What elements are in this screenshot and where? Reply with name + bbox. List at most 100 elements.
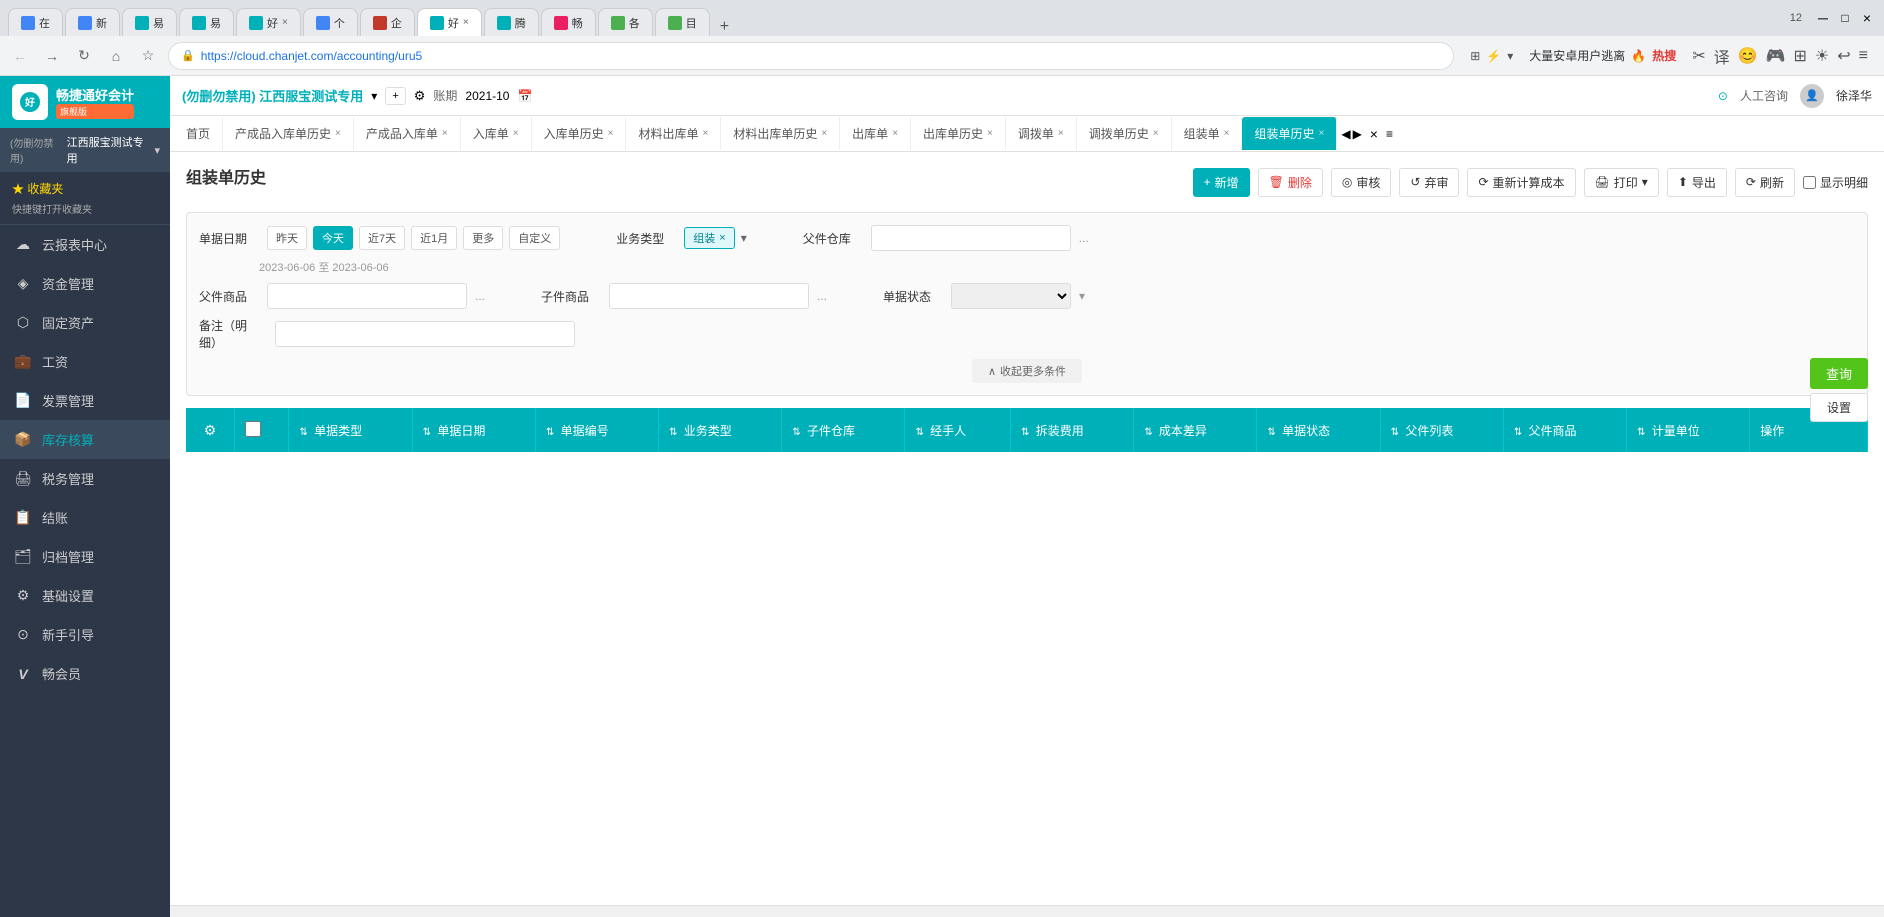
- child-goods-input[interactable]: [609, 283, 809, 309]
- col-order-no[interactable]: 单据编号: [535, 408, 658, 452]
- browser-tab-7[interactable]: 企: [360, 8, 415, 36]
- sidebar-item-invoice-mgmt[interactable]: 📄 发票管理: [0, 381, 170, 420]
- col-cost-diff[interactable]: 成本差异: [1134, 408, 1257, 452]
- menu-icon[interactable]: ≡: [1859, 47, 1868, 65]
- nav-tab-assembly[interactable]: 调拨单 ×: [1006, 117, 1077, 150]
- nav-tab-kit-history[interactable]: 组装单历史 ×: [1242, 117, 1337, 150]
- browser-tab-11[interactable]: 各: [598, 8, 653, 36]
- biz-type-dropdown-icon[interactable]: ▾: [741, 231, 747, 245]
- service-icon[interactable]: ⊙: [1718, 89, 1728, 103]
- horizontal-scrollbar[interactable]: [170, 905, 1884, 917]
- nav-tab-close-produce-in-history[interactable]: ×: [335, 128, 341, 139]
- calendar-icon[interactable]: 📅: [517, 89, 532, 103]
- nav-tab-close-assembly[interactable]: ×: [1058, 128, 1064, 139]
- today-btn[interactable]: 今天: [313, 226, 353, 250]
- nav-tab-material-out[interactable]: 材料出库单 ×: [626, 117, 721, 150]
- remark-input[interactable]: [275, 321, 575, 347]
- last7days-btn[interactable]: 近7天: [359, 226, 405, 250]
- filter-settings-btn[interactable]: 设置: [1810, 393, 1868, 422]
- emoji-icon[interactable]: 😊: [1738, 46, 1758, 66]
- recalculate-btn[interactable]: ⟳ 重新计算成本: [1467, 168, 1575, 197]
- company-selector[interactable]: (勿删勿禁用) 江西服宝测试专用 ▾: [0, 128, 170, 172]
- sidebar-item-tax-mgmt[interactable]: 🖨 税务管理: [0, 459, 170, 498]
- nav-tab-produce-in[interactable]: 产成品入库单 ×: [354, 117, 461, 150]
- col-unit[interactable]: 计量单位: [1627, 408, 1750, 452]
- display-detail-checkbox-label[interactable]: 显示明细: [1803, 174, 1868, 191]
- order-status-select[interactable]: [951, 283, 1071, 309]
- sidebar-item-fund-mgmt[interactable]: ◈ 资金管理: [0, 264, 170, 303]
- nav-tab-kit-order[interactable]: 组装单 ×: [1172, 117, 1243, 150]
- star-btn[interactable]: ☆: [136, 44, 160, 68]
- header-dropdown-icon[interactable]: ▾: [371, 89, 377, 103]
- parent-warehouse-input[interactable]: [871, 225, 1071, 251]
- new-tab-btn[interactable]: +: [712, 18, 737, 36]
- col-parent-goods[interactable]: 父件商品: [1503, 408, 1626, 452]
- address-box[interactable]: 🔒 https://cloud.chanjet.com/accounting/u…: [168, 42, 1454, 70]
- col-child-warehouse[interactable]: 子件仓库: [782, 408, 905, 452]
- collapse-filter-btn[interactable]: ∧ 收起更多条件: [972, 359, 1082, 383]
- table-settings-header[interactable]: ⚙: [186, 408, 235, 452]
- nav-tab-close-produce-in[interactable]: ×: [442, 128, 448, 139]
- nav-tabs-right-arrow[interactable]: ▶: [1353, 127, 1362, 141]
- tab-close-5[interactable]: ×: [282, 17, 288, 28]
- nav-tabs-close-all[interactable]: ×: [1366, 126, 1382, 142]
- last1month-btn[interactable]: 近1月: [411, 226, 457, 250]
- order-status-dropdown-icon[interactable]: ▾: [1079, 289, 1085, 303]
- undo-icon[interactable]: ↩: [1837, 46, 1850, 66]
- translate-icon[interactable]: 译: [1714, 44, 1730, 68]
- nav-tab-out-order[interactable]: 出库单 ×: [840, 117, 911, 150]
- custom-date-btn[interactable]: 自定义: [509, 226, 560, 250]
- browser-tab-3[interactable]: 易: [122, 8, 177, 36]
- refresh-btn[interactable]: ⟳ 刷新: [1735, 168, 1795, 197]
- nav-tab-home[interactable]: 首页: [174, 117, 223, 150]
- browser-tab-1[interactable]: 在: [8, 8, 63, 36]
- minimize-btn[interactable]: ─: [1814, 9, 1832, 27]
- service-label[interactable]: 人工咨询: [1740, 87, 1788, 104]
- sidebar-item-inventory[interactable]: 📦 库存核算: [0, 420, 170, 459]
- nav-tab-close-out-order[interactable]: ×: [892, 128, 898, 139]
- add-btn[interactable]: + 新增: [1193, 168, 1250, 197]
- unaudit-btn[interactable]: ↺ 弃审: [1399, 168, 1459, 197]
- more-date-btn[interactable]: 更多: [463, 226, 503, 250]
- tab-close-8[interactable]: ×: [463, 17, 469, 28]
- nav-tabs-left-arrow[interactable]: ◀: [1341, 127, 1350, 141]
- nav-tab-in-order[interactable]: 入库单 ×: [461, 117, 532, 150]
- browser-tab-4[interactable]: 易: [179, 8, 234, 36]
- delete-btn[interactable]: 🗑 删除: [1258, 168, 1323, 197]
- nav-tab-material-out-history[interactable]: 材料出库单历史 ×: [721, 117, 840, 150]
- nav-tab-close-out-history[interactable]: ×: [987, 128, 993, 139]
- col-handler[interactable]: 经手人: [905, 408, 1011, 452]
- add-company-btn[interactable]: +: [385, 87, 405, 105]
- nav-tab-close-kit-history[interactable]: ×: [1318, 128, 1324, 139]
- back-btn[interactable]: ←: [8, 44, 32, 68]
- nav-tab-close-material-out[interactable]: ×: [702, 128, 708, 139]
- qr-icon[interactable]: ⊞: [1470, 49, 1480, 63]
- browser-tab-10[interactable]: 畅: [541, 8, 596, 36]
- nav-tab-out-history[interactable]: 出库单历史 ×: [911, 117, 1006, 150]
- nav-tab-close-in-history[interactable]: ×: [608, 128, 614, 139]
- nav-tab-close-material-out-history[interactable]: ×: [821, 128, 827, 139]
- biz-type-tag-close[interactable]: ×: [719, 232, 725, 244]
- browser-tab-9[interactable]: 腾: [484, 8, 539, 36]
- sidebar-item-basic-settings[interactable]: ⚙ 基础设置: [0, 576, 170, 615]
- nav-tabs-settings-icon[interactable]: ≡: [1382, 127, 1397, 141]
- game-icon[interactable]: 🎮: [1766, 46, 1786, 66]
- nav-tab-in-history[interactable]: 入库单历史 ×: [532, 117, 627, 150]
- child-goods-more-icon[interactable]: ...: [817, 289, 827, 303]
- browser-tab-5[interactable]: 好 ×: [236, 8, 301, 36]
- settings-header-icon[interactable]: ⚙: [414, 88, 426, 104]
- yesterday-btn[interactable]: 昨天: [267, 226, 307, 250]
- refresh-nav-btn[interactable]: ↻: [72, 44, 96, 68]
- maximize-btn[interactable]: □: [1836, 9, 1854, 27]
- forward-btn[interactable]: →: [40, 44, 64, 68]
- sidebar-item-settlement[interactable]: 📋 结账: [0, 498, 170, 537]
- col-biz-type[interactable]: 业务类型: [659, 408, 782, 452]
- close-btn[interactable]: ×: [1858, 9, 1876, 27]
- home-nav-btn[interactable]: ⌂: [104, 44, 128, 68]
- browser-tab-8[interactable]: 好 ×: [417, 8, 482, 36]
- query-btn[interactable]: 查询: [1810, 358, 1868, 389]
- grid-icon[interactable]: ⊞: [1794, 46, 1807, 66]
- table-checkbox-header[interactable]: [235, 408, 289, 452]
- col-order-type[interactable]: 单据类型: [289, 408, 412, 452]
- sidebar-item-cloud-report[interactable]: ☁ 云报表中心: [0, 225, 170, 264]
